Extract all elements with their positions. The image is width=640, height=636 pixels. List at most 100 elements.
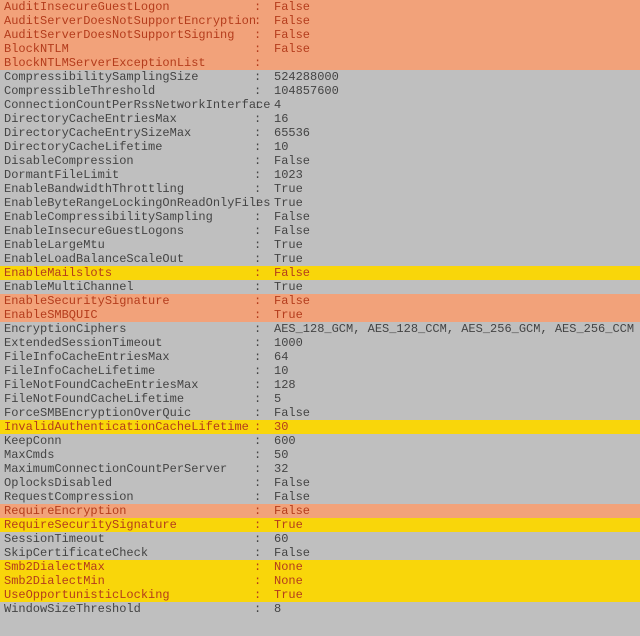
setting-name: InvalidAuthenticationCacheLifetime	[0, 420, 254, 434]
setting-value: False	[274, 28, 310, 42]
setting-name: DirectoryCacheEntrySizeMax	[0, 126, 254, 140]
setting-value: 65536	[274, 126, 310, 140]
setting-name: OplocksDisabled	[0, 476, 254, 490]
output-row: DirectoryCacheEntriesMax: 16	[0, 112, 640, 126]
setting-name: DirectoryCacheLifetime	[0, 140, 254, 154]
setting-value: 128	[274, 378, 296, 392]
output-row: DirectoryCacheLifetime: 10	[0, 140, 640, 154]
setting-name: RequireEncryption	[0, 504, 254, 518]
setting-name: CompressibilitySamplingSize	[0, 70, 254, 84]
setting-value: False	[274, 546, 310, 560]
output-row: RequireSecuritySignature: True	[0, 518, 640, 532]
output-row: BlockNTLM: False	[0, 42, 640, 56]
separator: :	[254, 406, 274, 420]
separator: :	[254, 602, 274, 616]
setting-value: 4	[274, 98, 281, 112]
separator: :	[254, 14, 274, 28]
setting-name: DirectoryCacheEntriesMax	[0, 112, 254, 126]
output-row: Smb2DialectMax: None	[0, 560, 640, 574]
setting-value: None	[274, 574, 303, 588]
separator: :	[254, 280, 274, 294]
output-row: FileInfoCacheEntriesMax: 64	[0, 350, 640, 364]
setting-value: 50	[274, 448, 288, 462]
output-row: EnableMultiChannel: True	[0, 280, 640, 294]
separator: :	[254, 504, 274, 518]
output-row: FileNotFoundCacheLifetime: 5	[0, 392, 640, 406]
output-row: EnableLoadBalanceScaleOut: True	[0, 252, 640, 266]
setting-name: FileInfoCacheLifetime	[0, 364, 254, 378]
setting-name: FileInfoCacheEntriesMax	[0, 350, 254, 364]
separator: :	[254, 238, 274, 252]
separator: :	[254, 518, 274, 532]
setting-value: True	[274, 518, 303, 532]
separator: :	[254, 112, 274, 126]
terminal-output: AuditInsecureGuestLogon: FalseAuditServe…	[0, 0, 640, 616]
separator: :	[254, 322, 274, 336]
separator: :	[254, 392, 274, 406]
setting-value: 5	[274, 392, 281, 406]
setting-name: EnableBandwidthThrottling	[0, 182, 254, 196]
setting-value: False	[274, 154, 310, 168]
setting-name: WindowSizeThreshold	[0, 602, 254, 616]
output-row: AuditInsecureGuestLogon: False	[0, 0, 640, 14]
setting-value: False	[274, 42, 310, 56]
setting-name: Smb2DialectMin	[0, 574, 254, 588]
setting-name: SkipCertificateCheck	[0, 546, 254, 560]
setting-value: True	[274, 182, 303, 196]
output-row: UseOpportunisticLocking: True	[0, 588, 640, 602]
output-row: EnableByteRangeLockingOnReadOnlyFiles: T…	[0, 196, 640, 210]
setting-name: MaximumConnectionCountPerServer	[0, 462, 254, 476]
setting-name: FileNotFoundCacheEntriesMax	[0, 378, 254, 392]
setting-name: ForceSMBEncryptionOverQuic	[0, 406, 254, 420]
output-row: DisableCompression: False	[0, 154, 640, 168]
setting-name: EnableByteRangeLockingOnReadOnlyFiles	[0, 196, 254, 210]
setting-value: 64	[274, 350, 288, 364]
setting-name: EncryptionCiphers	[0, 322, 254, 336]
separator: :	[254, 126, 274, 140]
setting-name: ConnectionCountPerRssNetworkInterface	[0, 98, 254, 112]
setting-value: 8	[274, 602, 281, 616]
separator: :	[254, 182, 274, 196]
setting-name: SessionTimeout	[0, 532, 254, 546]
output-row: EncryptionCiphers: AES_128_GCM, AES_128_…	[0, 322, 640, 336]
setting-value: 10	[274, 140, 288, 154]
setting-value: 104857600	[274, 84, 339, 98]
separator: :	[254, 532, 274, 546]
setting-value: 1023	[274, 168, 303, 182]
separator: :	[254, 252, 274, 266]
output-row: EnableSecuritySignature: False	[0, 294, 640, 308]
setting-value: 600	[274, 434, 296, 448]
output-row: MaximumConnectionCountPerServer: 32	[0, 462, 640, 476]
output-row: EnableInsecureGuestLogons: False	[0, 224, 640, 238]
setting-name: EnableMailslots	[0, 266, 254, 280]
separator: :	[254, 168, 274, 182]
setting-value: False	[274, 406, 310, 420]
setting-value: False	[274, 224, 310, 238]
setting-name: ExtendedSessionTimeout	[0, 336, 254, 350]
setting-name: EnableLoadBalanceScaleOut	[0, 252, 254, 266]
output-row: DirectoryCacheEntrySizeMax: 65536	[0, 126, 640, 140]
setting-value: False	[274, 504, 310, 518]
output-row: RequestCompression: False	[0, 490, 640, 504]
separator: :	[254, 84, 274, 98]
output-row: FileInfoCacheLifetime: 10	[0, 364, 640, 378]
separator: :	[254, 42, 274, 56]
output-row: EnableBandwidthThrottling: True	[0, 182, 640, 196]
setting-name: EnableCompressibilitySampling	[0, 210, 254, 224]
setting-value: False	[274, 210, 310, 224]
output-row: AuditServerDoesNotSupportEncryption: Fal…	[0, 14, 640, 28]
setting-value: False	[274, 14, 310, 28]
output-row: Smb2DialectMin: None	[0, 574, 640, 588]
setting-value: True	[274, 588, 303, 602]
output-row: CompressibleThreshold: 104857600	[0, 84, 640, 98]
output-row: WindowSizeThreshold: 8	[0, 602, 640, 616]
separator: :	[254, 196, 274, 210]
setting-name: CompressibleThreshold	[0, 84, 254, 98]
setting-value: 524288000	[274, 70, 339, 84]
output-row: BlockNTLMServerExceptionList:	[0, 56, 640, 70]
setting-value: False	[274, 294, 310, 308]
output-row: FileNotFoundCacheEntriesMax: 128	[0, 378, 640, 392]
separator: :	[254, 98, 274, 112]
setting-name: Smb2DialectMax	[0, 560, 254, 574]
output-row: ConnectionCountPerRssNetworkInterface: 4	[0, 98, 640, 112]
